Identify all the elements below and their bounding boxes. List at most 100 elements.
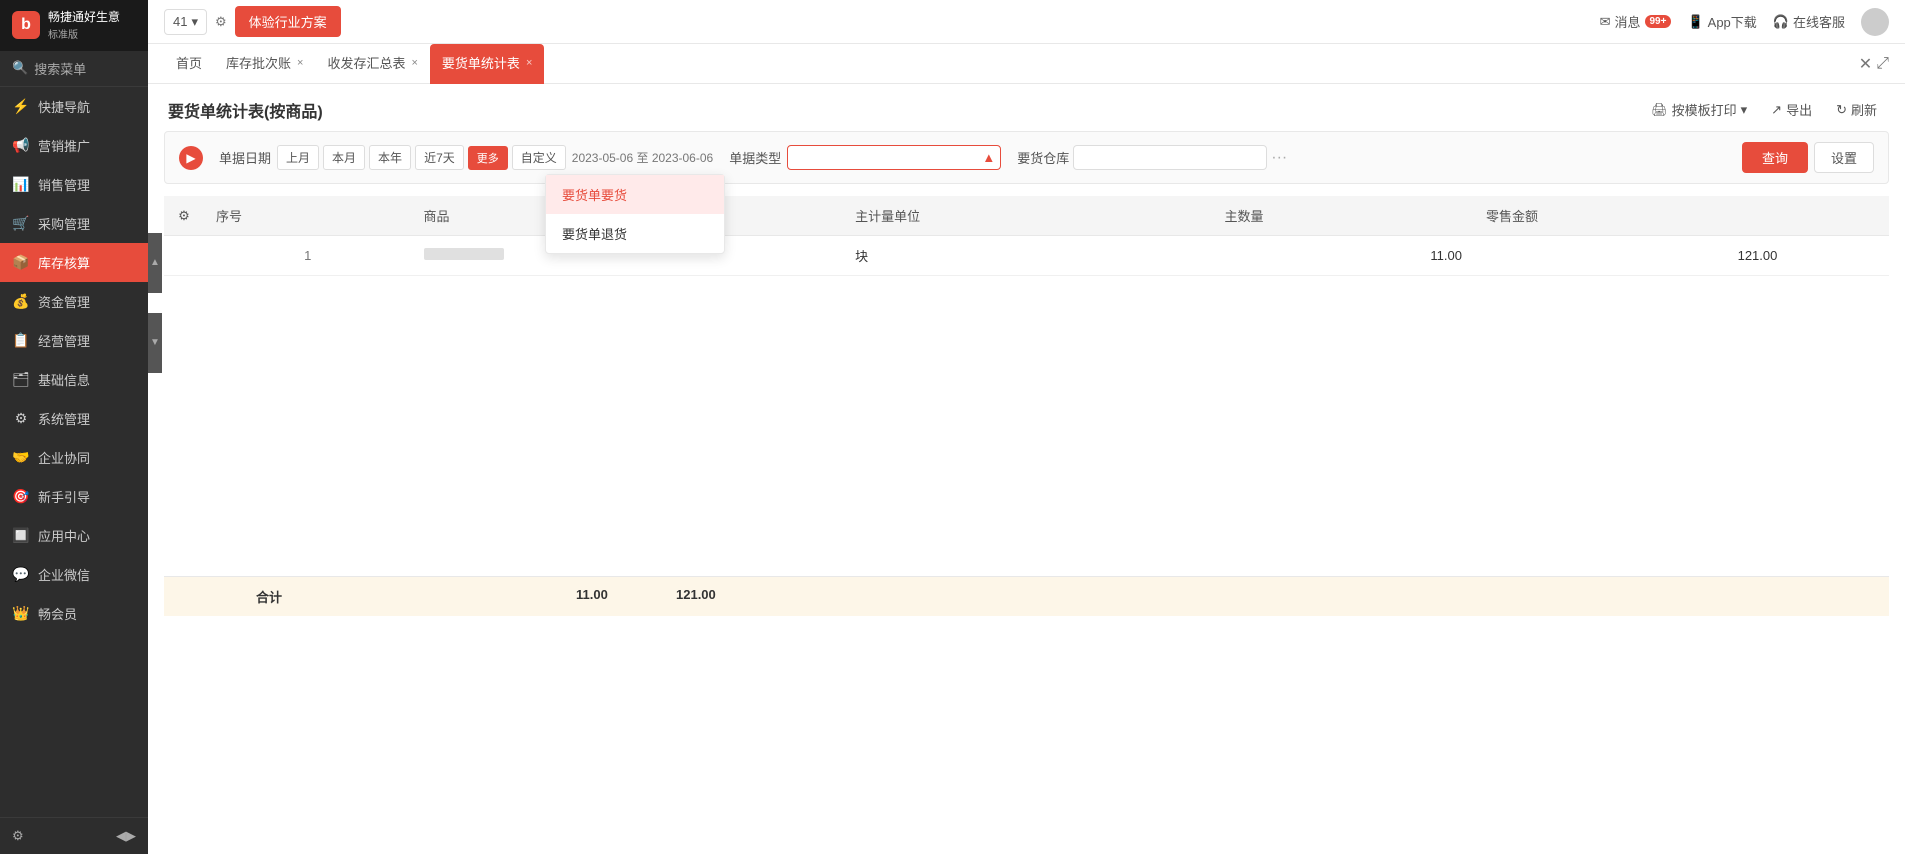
filter-warehouse-input[interactable]: [1073, 145, 1267, 170]
sidebar-icon-app-center: 🔲: [12, 526, 30, 544]
filter-type-input[interactable]: [787, 145, 1001, 170]
refresh-icon: ↻: [1836, 102, 1847, 118]
sidebar-icon-purchase: 🛒: [12, 214, 30, 232]
online-service-btn[interactable]: 🎧 在线客服: [1773, 12, 1845, 31]
filter-warehouse-label: 要货仓库: [1017, 148, 1069, 167]
sidebar-item-membership[interactable]: 👑 畅会员: [0, 594, 148, 633]
filter-date-custom-btn[interactable]: 自定义: [512, 145, 566, 170]
chevron-down-icon: ▾: [191, 14, 198, 30]
user-avatar[interactable]: [1861, 8, 1889, 36]
filter-date-year-btn[interactable]: 本年: [369, 145, 411, 170]
export-label: 导出: [1786, 100, 1812, 119]
table-header-row: ⚙ 序号 商品 主计量单位 主数量 零售金额: [164, 196, 1889, 236]
sidebar-bottom: ⚙ ◀▶: [0, 817, 148, 854]
th-settings[interactable]: ⚙: [164, 196, 204, 236]
sidebar-item-guide[interactable]: 🎯 新手引导: [0, 477, 148, 516]
page-title: 要货单统计表(按商品): [168, 98, 323, 122]
th-num: 序号: [204, 196, 412, 236]
sidebar-label-finance: 资金管理: [38, 292, 90, 311]
sidebar-icon-marketing: 📢: [12, 136, 30, 154]
tab-label-inventory-batch: 库存批次账: [226, 53, 291, 72]
sidebar-item-inventory[interactable]: 📦 库存核算: [0, 243, 148, 282]
print-btn[interactable]: 🖨 按模板打印 ▾: [1643, 96, 1755, 123]
filter-date-btns: 上月 本月 本年 近7天 更多 自定义: [277, 145, 566, 170]
table-body: 1 块 11.00 121.00: [164, 236, 1889, 276]
sidebar-item-operations[interactable]: 📋 经营管理: [0, 321, 148, 360]
sidebar-item-enterprise-wechat[interactable]: 💬 企业微信: [0, 555, 148, 594]
tab-recv-send-summary[interactable]: 收发存汇总表×: [315, 44, 429, 84]
tabs-container: 首页库存批次账×收发存汇总表×要货单统计表×: [164, 44, 544, 84]
app-name: 畅捷通好生意: [48, 10, 120, 26]
message-icon: ✉: [1600, 14, 1611, 30]
filter-more-icon[interactable]: ···: [1271, 149, 1287, 167]
sidebar-label-enterprise-wechat: 企业微信: [38, 565, 90, 584]
sidebar-item-finance[interactable]: 💰 资金管理: [0, 282, 148, 321]
sidebar-item-purchase[interactable]: 🛒 采购管理: [0, 204, 148, 243]
type-dropdown: 要货单要货 要货单退货: [545, 174, 725, 254]
logo-icon: b: [12, 11, 40, 39]
tab-close-all-icon[interactable]: ✕: [1859, 54, 1872, 74]
dropdown-item-order-return[interactable]: 要货单退货: [546, 214, 724, 253]
filter-date-up-btn[interactable]: 上月: [277, 145, 319, 170]
table-wrap: ⚙ 序号 商品 主计量单位 主数量 零售金额 1 块 11.00: [148, 196, 1905, 276]
filter-date-more-btn[interactable]: 更多: [468, 146, 508, 170]
sidebar-icon-guide: 🎯: [12, 487, 30, 505]
messages-label: 消息: [1614, 12, 1640, 31]
sidebar-collapse-icon[interactable]: ◀▶: [116, 828, 136, 844]
industry-btn[interactable]: 体验行业方案: [235, 6, 341, 37]
tab-close-inventory-batch[interactable]: ×: [297, 57, 303, 69]
search-icon: 🔍: [12, 60, 28, 76]
sidebar-item-sales[interactable]: 📊 销售管理: [0, 165, 148, 204]
sidebar-scroll-up[interactable]: ▲: [148, 233, 162, 293]
tab-inventory-batch[interactable]: 库存批次账 ×: [214, 44, 315, 84]
sidebar-item-basic-info[interactable]: 🗂 基础信息: [0, 360, 148, 399]
sidebar-item-marketing[interactable]: 📢 营销推广: [0, 126, 148, 165]
filter-date-7days-btn[interactable]: 近7天: [415, 145, 464, 170]
sidebar-scroll-down[interactable]: ▼: [148, 313, 162, 373]
tab-close-recv-send-summary[interactable]: ×: [411, 57, 417, 69]
sidebar-label-marketing: 营销推广: [38, 136, 90, 155]
sidebar-search-label: 搜索菜单: [34, 59, 86, 78]
app-logo: b 畅捷通好生意 标准版: [0, 0, 148, 51]
sidebar-item-quick-nav[interactable]: ⚡ 快捷导航: [0, 87, 148, 126]
topbar-settings-icon[interactable]: ⚙: [215, 14, 227, 30]
sidebar-item-app-center[interactable]: 🔲 应用中心: [0, 516, 148, 555]
sidebar-item-system[interactable]: ⚙ 系统管理: [0, 399, 148, 438]
dropdown-item-order-goods[interactable]: 要货单要货: [546, 175, 724, 214]
filter-type-select[interactable]: ▲: [787, 145, 1001, 170]
app-download-btn[interactable]: 📱 App下载: [1687, 12, 1756, 31]
table-footer: 合计 11.00 121.00: [164, 576, 1889, 616]
footer-qty: 11.00: [576, 587, 676, 606]
page-actions: 🖨 按模板打印 ▾ ↗ 导出 ↻ 刷新: [1643, 96, 1885, 123]
sidebar-label-inventory: 库存核算: [38, 253, 90, 272]
td-settings-0: [164, 236, 204, 276]
filter-query-btn[interactable]: 查询: [1742, 142, 1808, 173]
export-btn[interactable]: ↗ 导出: [1763, 96, 1820, 123]
sidebar-label-system: 系统管理: [38, 409, 90, 428]
sidebar: b 畅捷通好生意 标准版 🔍 搜索菜单 ⚡ 快捷导航 📢 营销推广 📊 销售管理…: [0, 0, 148, 854]
sidebar-search[interactable]: 🔍 搜索菜单: [0, 51, 148, 87]
main-content: 41 ▾ ⚙ 体验行业方案 ✉ 消息 99+ 📱 App下载 🎧 在线客服: [148, 0, 1905, 854]
filter-expand-btn[interactable]: ▶: [179, 146, 203, 170]
sidebar-settings-icon[interactable]: ⚙: [12, 828, 24, 844]
sidebar-label-sales: 销售管理: [38, 175, 90, 194]
tab-order-summary[interactable]: 要货单统计表 ×: [430, 44, 544, 84]
sidebar-item-enterprise-collab[interactable]: 🤝 企业协同: [0, 438, 148, 477]
filter-date-cur-btn[interactable]: 本月: [323, 145, 365, 170]
app-download-label: App下载: [1708, 12, 1757, 31]
tabs-actions: ✕ ⤢: [1859, 54, 1889, 74]
td-unit-0: 块: [843, 236, 1212, 276]
tab-home[interactable]: 首页: [164, 44, 214, 84]
messages-btn[interactable]: ✉ 消息 99+: [1600, 12, 1672, 31]
tab-label-order-summary: 要货单统计表: [442, 53, 520, 72]
tab-close-order-summary[interactable]: ×: [526, 57, 532, 69]
page-header: 要货单统计表(按商品) 🖨 按模板打印 ▾ ↗ 导出 ↻ 刷新: [148, 84, 1905, 131]
app-subtitle: 标准版: [48, 26, 120, 41]
sidebar-icon-membership: 👑: [12, 604, 30, 622]
refresh-btn[interactable]: ↻ 刷新: [1828, 96, 1885, 123]
page-content: 要货单统计表(按商品) 🖨 按模板打印 ▾ ↗ 导出 ↻ 刷新: [148, 84, 1905, 854]
td-num-0: 1: [204, 236, 412, 276]
filter-settings-btn[interactable]: 设置: [1814, 142, 1874, 173]
store-selector[interactable]: 41 ▾: [164, 9, 207, 35]
tab-maximize-icon[interactable]: ⤢: [1876, 55, 1889, 73]
